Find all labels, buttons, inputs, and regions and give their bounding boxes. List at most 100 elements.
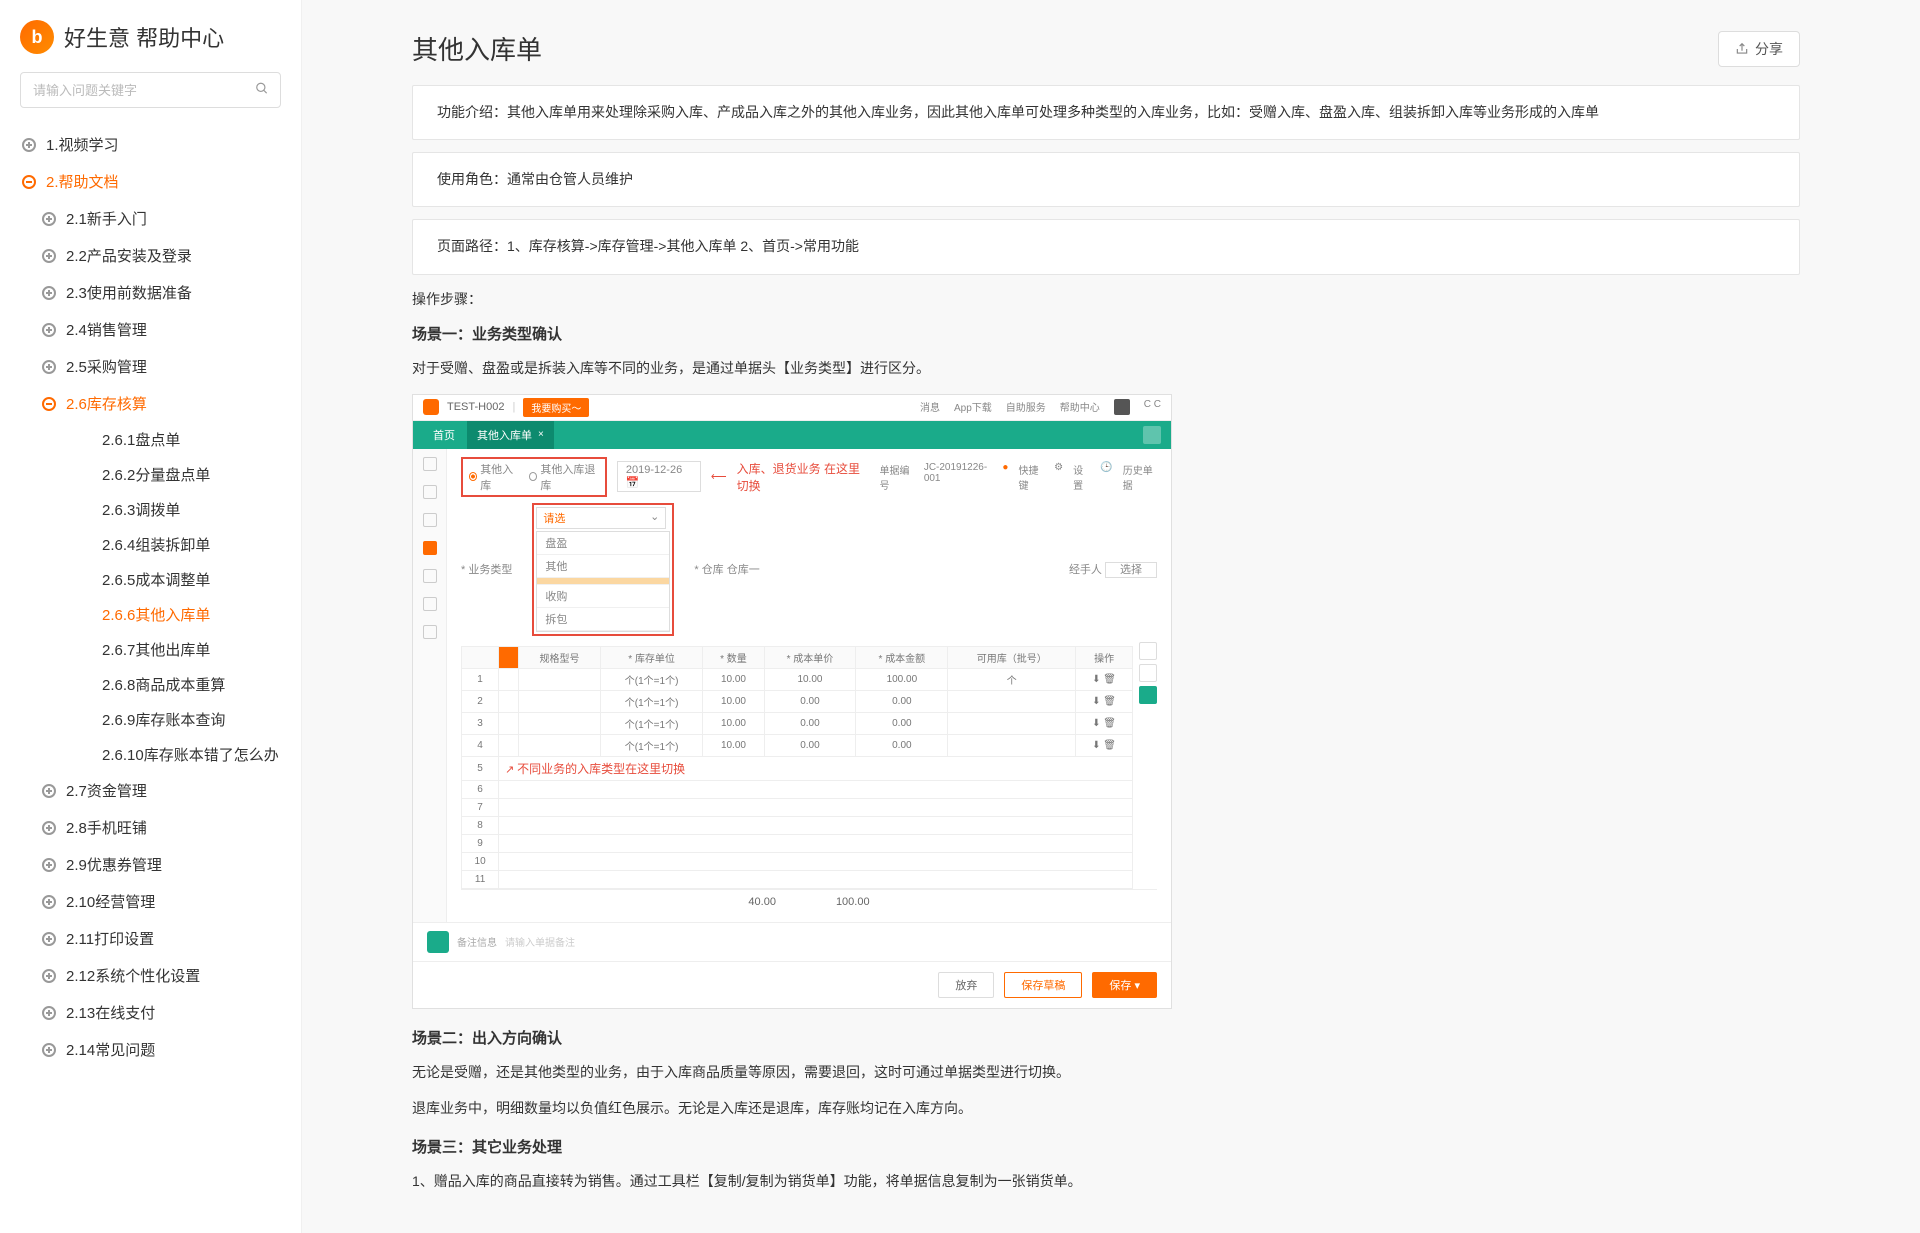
nav-label: 2.6.1盘点单 [102, 429, 180, 450]
plus-icon [40, 321, 58, 339]
plus-icon [40, 967, 58, 985]
arrow-icon: ⟵ [711, 470, 727, 483]
arrow-icon: ↗ [505, 764, 514, 776]
plus-icon [40, 358, 58, 376]
search-input[interactable] [20, 72, 281, 108]
plus-icon [20, 136, 38, 154]
nav-2-4[interactable]: 2.4销售管理 [40, 311, 281, 348]
nav-2-12[interactable]: 2.12系统个性化设置 [40, 957, 281, 994]
memo-row: 备注信息 请输入单据备注 [413, 922, 1171, 961]
nav-label: 2.3使用前数据准备 [66, 282, 192, 303]
nav-label: 2.8手机旺铺 [66, 817, 147, 838]
nav-2-6-4[interactable]: 2.6.4组装拆卸单 [102, 527, 281, 562]
nav-2-6-2[interactable]: 2.6.2分量盘点单 [102, 457, 281, 492]
table-row: 2个(1个=1个)10.000.000.00⬇ 🗑 [462, 690, 1133, 712]
nav-video-learning[interactable]: 1.视频学习 [20, 126, 281, 163]
draft-button: 保存草稿 [1004, 972, 1082, 998]
nav-label: 2.6.7其他出库单 [102, 639, 210, 660]
nav-label: 2.6.3调拨单 [102, 499, 180, 520]
sidenav-icon [423, 457, 437, 471]
nav-2-13[interactable]: 2.13在线支付 [40, 994, 281, 1031]
search-icon[interactable] [255, 82, 269, 99]
radio-label: 其他入库退库 [540, 461, 599, 493]
main-content: 其他入库单 分享 功能介绍：其他入库单用来处理除采购入库、产成品入库之外的其他入… [302, 0, 1920, 1233]
plus-icon [40, 284, 58, 302]
tab-other-in: 其他入库单× [467, 421, 554, 449]
scene2-heading: 场景二：出入方向确认 [412, 1027, 1800, 1048]
nav-2-6-6[interactable]: 2.6.6其他入库单 [102, 597, 281, 632]
plus-icon [40, 782, 58, 800]
nav-label: 1.视频学习 [46, 134, 119, 155]
share-button[interactable]: 分享 [1718, 31, 1800, 67]
biztype-label: 业务类型 [468, 564, 512, 576]
minus-icon [40, 395, 58, 413]
nav-label: 2.13在线支付 [66, 1002, 155, 1023]
nav-2-6[interactable]: 2.6库存核算 [40, 385, 281, 422]
nav-2-6-9[interactable]: 2.6.9库存账本查询 [102, 702, 281, 737]
app-screenshot: TEST-H002 | 我要购买～ 消息 App下载 自助服务 帮助中心 C C… [412, 394, 1172, 1009]
sidenav-icon [423, 625, 437, 639]
nav-label: 2.6.8商品成本重算 [102, 674, 225, 695]
nav-label: 2.10经营管理 [66, 891, 155, 912]
role-label: 使用角色： [437, 171, 507, 187]
handler-label: 经手人 [1069, 564, 1102, 576]
nav-2-10[interactable]: 2.10经营管理 [40, 883, 281, 920]
nav-label: 2.12系统个性化设置 [66, 965, 200, 986]
sidenav-icon [423, 541, 437, 555]
sidenav-icon [423, 513, 437, 527]
nav-2-9[interactable]: 2.9优惠券管理 [40, 846, 281, 883]
nav-2-6-1[interactable]: 2.6.1盘点单 [102, 422, 281, 457]
logo: b 好生意 帮助中心 [20, 20, 281, 54]
steps-label: 操作步骤： [412, 289, 1800, 309]
intro-label: 功能介绍： [437, 104, 507, 120]
nav-label: 2.6.4组装拆卸单 [102, 534, 210, 555]
plus-icon [40, 247, 58, 265]
nav-2-3[interactable]: 2.3使用前数据准备 [40, 274, 281, 311]
nav-label: 2.7资金管理 [66, 780, 147, 801]
memo-label: 备注信息 [457, 934, 497, 949]
nav-2-7[interactable]: 2.7资金管理 [40, 772, 281, 809]
biztype-dropdown: 请选⌄ 盘盈 其他 收购 拆包 [532, 503, 674, 636]
nav-label: 2.6库存核算 [66, 393, 147, 414]
sidenav-icon [423, 597, 437, 611]
side-tool-icons [1139, 642, 1157, 704]
nav-label: 2.14常见问题 [66, 1039, 155, 1060]
nav-help-docs[interactable]: 2.帮助文档 [20, 163, 281, 200]
nav-2-2[interactable]: 2.2产品安装及登录 [40, 237, 281, 274]
dropdown-option: 盘盈 [537, 532, 669, 555]
nav-2-14[interactable]: 2.14常见问题 [40, 1031, 281, 1068]
nav-2-6-7[interactable]: 2.6.7其他出库单 [102, 632, 281, 667]
radio-label: 其他入库 [480, 461, 519, 493]
top-link: 消息 [920, 399, 940, 415]
nav-2-6-3[interactable]: 2.6.3调拨单 [102, 492, 281, 527]
nav-2-8[interactable]: 2.8手机旺铺 [40, 809, 281, 846]
button-row: 放弃 保存草稿 保存 ▾ [413, 961, 1171, 1008]
nav-2-11[interactable]: 2.11打印设置 [40, 920, 281, 957]
nav-2-6-5[interactable]: 2.6.5成本调整单 [102, 562, 281, 597]
annotation: 入库、退货业务 在这里切换 [737, 460, 870, 494]
plus-icon [40, 1041, 58, 1059]
scene1-text: 对于受赠、盘盈或是拆装入库等不同的业务，是通过单据头【业务类型】进行区分。 [412, 354, 1800, 382]
sidebar: b 好生意 帮助中心 1.视频学习 2.帮助文档 2.1新手入门 2.2产品安装… [0, 0, 302, 1233]
nav-label: 2.2产品安装及登录 [66, 245, 192, 266]
cancel-button: 放弃 [938, 972, 994, 998]
plus-icon [40, 210, 58, 228]
nav-2-5[interactable]: 2.5采购管理 [40, 348, 281, 385]
nav-label: 2.6.5成本调整单 [102, 569, 210, 590]
sidenav-icon [423, 569, 437, 583]
annotation: 不同业务的入库类型在这里切换 [517, 762, 685, 776]
sum-row: 40.00100.00 [461, 889, 1157, 914]
app-tabbar: 首页 其他入库单× [413, 421, 1171, 449]
mini-logo-icon [423, 399, 439, 415]
nav-2-1[interactable]: 2.1新手入门 [40, 200, 281, 237]
warehouse-value: 仓库一 [727, 564, 760, 576]
nav-2-6-8[interactable]: 2.6.8商品成本重算 [102, 667, 281, 702]
nav-2-6-10[interactable]: 2.6.10库存账本错了怎么办 [102, 737, 281, 772]
nav-label: 2.6.10库存账本错了怎么办 [102, 744, 279, 765]
nav-label: 2.帮助文档 [46, 171, 119, 192]
memo-placeholder: 请输入单据备注 [505, 934, 1157, 949]
table-row: 3个(1个=1个)10.000.000.00⬇ 🗑 [462, 712, 1133, 734]
app-sidenav [413, 449, 447, 922]
path-box: 页面路径：1、库存核算->库存管理->其他入库单 2、首页->常用功能 [412, 219, 1800, 274]
table-row: 1个(1个=1个)10.0010.00100.00个⬇ 🗑 [462, 668, 1133, 690]
